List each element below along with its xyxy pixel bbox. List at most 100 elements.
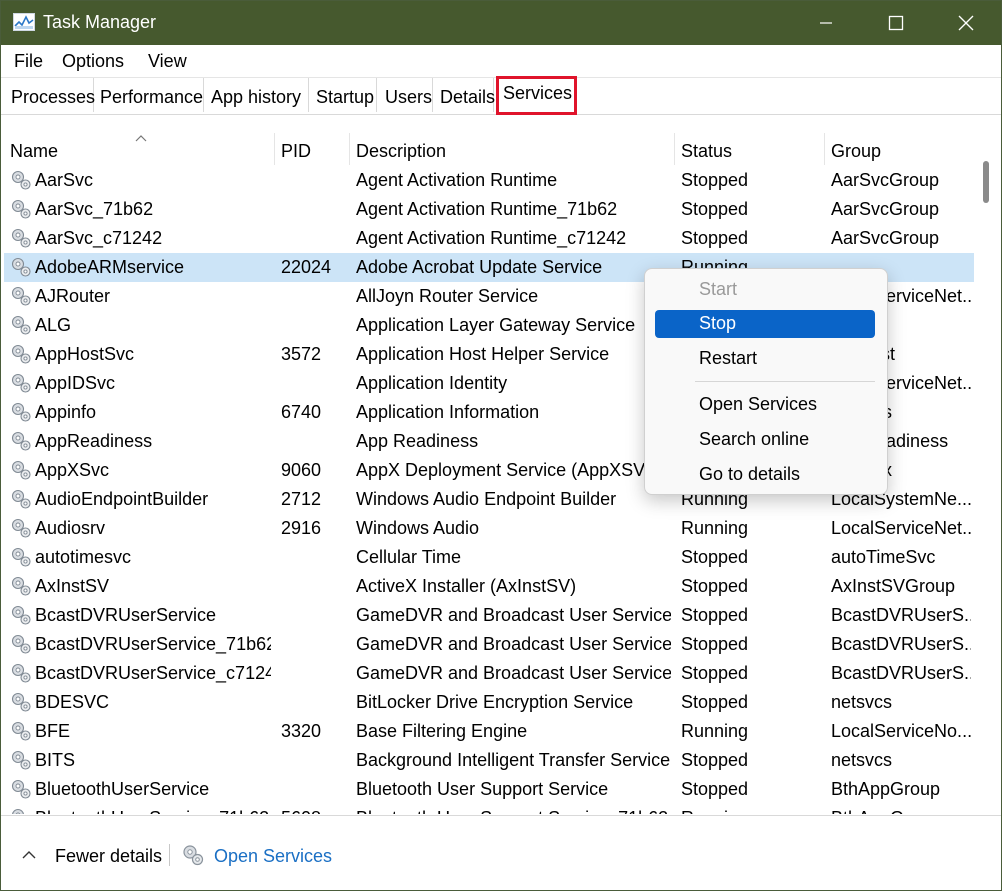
service-row[interactable]: BITS Background Intelligent Transfer Serv… [4, 746, 974, 775]
tab-performance[interactable]: Performance [96, 78, 204, 112]
tab-details[interactable]: Details [436, 78, 495, 112]
service-name: BcastDVRUserService_c71242 [35, 663, 271, 683]
tab-app-history[interactable]: App history [207, 78, 309, 112]
service-gear-icon [10, 546, 32, 568]
tab-bar: Processes Performance App history Startu… [1, 76, 1001, 115]
close-icon [958, 15, 974, 31]
service-pid: 22024 [281, 257, 332, 277]
service-group: AarSvcGroup [831, 199, 940, 219]
service-status: Stopped [681, 779, 749, 799]
menu-view[interactable]: View [148, 51, 187, 72]
column-header-description[interactable]: Description [350, 133, 675, 165]
service-name: AxInstSV [35, 576, 110, 596]
menu-file[interactable]: File [14, 51, 43, 72]
service-name: AarSvc_71b62 [35, 199, 154, 219]
tab-startup[interactable]: Startup [312, 78, 377, 112]
service-gear-icon [10, 459, 32, 481]
context-menu-restart[interactable]: Restart [655, 345, 875, 373]
service-row[interactable]: autotimesvc Cellular Time Stopped autoTimeS… [4, 543, 974, 572]
service-row[interactable]: AxInstSV ActiveX Installer (AxInstSV) Stop… [4, 572, 974, 601]
service-gear-icon [10, 372, 32, 394]
service-gear-icon [10, 749, 32, 771]
service-description: Agent Activation Runtime_71b62 [356, 199, 618, 219]
service-gear-icon [10, 314, 32, 336]
open-services-link[interactable]: Open Services [214, 846, 332, 867]
column-header-pid[interactable]: PID [275, 133, 350, 165]
service-description: Application Information [356, 402, 540, 422]
task-manager-window: Task Manager File Options View Processes… [0, 0, 1002, 891]
chevron-up-icon[interactable] [21, 850, 37, 860]
service-group: BthAppGroup [831, 808, 971, 814]
fewer-details-link[interactable]: Fewer details [55, 846, 162, 867]
service-name: AarSvc_c71242 [35, 228, 163, 248]
service-row[interactable]: BDESVC BitLocker Drive Encryption Service… [4, 688, 974, 717]
service-name: autotimesvc [35, 547, 132, 567]
context-menu-stop[interactable]: Stop [655, 310, 875, 338]
service-gear-icon [10, 285, 32, 307]
service-status: Stopped [681, 663, 749, 683]
service-description: App Readiness [356, 431, 479, 451]
service-context-menu: Start Stop Restart Open Services Search … [644, 268, 888, 495]
service-gear-icon [10, 343, 32, 365]
service-row[interactable]: AarSvc_71b62 Agent Activation Runtime_71b… [4, 195, 974, 224]
service-row[interactable]: BluetoothUserService_71b62 5608 Bluetooth … [4, 804, 974, 814]
vertical-scrollbar[interactable] [975, 133, 999, 814]
service-group: BcastDVRUserS... [831, 634, 971, 654]
service-gear-icon [10, 575, 32, 597]
column-label-group: Group [831, 141, 882, 161]
footer-bar: Fewer details Open Services [1, 815, 1001, 890]
maximize-button[interactable] [861, 1, 931, 45]
service-row[interactable]: Audiosrv 2916 Windows Audio Running LocalSer… [4, 514, 974, 543]
service-name: BDESVC [35, 692, 110, 712]
service-name: Appinfo [35, 402, 97, 422]
scrollbar-thumb[interactable] [983, 161, 989, 203]
service-name: BFE [35, 721, 71, 741]
service-gear-icon [10, 633, 32, 655]
service-description: Bluetooth User Support Service [356, 779, 609, 799]
service-gear-icon [10, 227, 32, 249]
service-name: Audiosrv [35, 518, 106, 538]
service-name: AppReadiness [35, 431, 153, 451]
service-row[interactable]: BFE 3320 Base Filtering Engine Running Local… [4, 717, 974, 746]
service-description: Background Intelligent Transfer Service [356, 750, 671, 770]
service-description: GameDVR and Broadcast User Service [356, 605, 671, 625]
menu-options[interactable]: Options [62, 51, 124, 72]
service-description: Agent Activation Runtime [356, 170, 558, 190]
service-row[interactable]: BcastDVRUserService_c71242 GameDVR and Br… [4, 659, 974, 688]
context-menu-start: Start [699, 279, 738, 299]
service-row[interactable]: BcastDVRUserService GameDVR and Broadcast… [4, 601, 974, 630]
service-description: AllJoyn Router Service [356, 286, 539, 306]
service-row[interactable]: BluetoothUserService Bluetooth User Suppo… [4, 775, 974, 804]
column-header-status[interactable]: Status [675, 133, 825, 165]
service-pid: 9060 [281, 460, 322, 480]
service-status: Stopped [681, 199, 749, 219]
service-gear-icon [10, 169, 32, 191]
service-name: BluetoothUserService [35, 779, 210, 799]
footer-divider [169, 844, 170, 866]
title-bar: Task Manager [1, 1, 1001, 45]
context-menu-go-to-details[interactable]: Go to details [655, 461, 875, 489]
close-button[interactable] [931, 1, 1001, 45]
service-status: Stopped [681, 750, 749, 770]
column-header-group[interactable]: Group [825, 133, 974, 165]
service-name: AJRouter [35, 286, 111, 306]
tab-users[interactable]: Users [381, 78, 433, 112]
menu-bar: File Options View [1, 45, 1001, 77]
tab-processes[interactable]: Processes [7, 78, 95, 112]
service-description: GameDVR and Broadcast User Service... [356, 634, 671, 654]
service-row[interactable]: BcastDVRUserService_71b62 GameDVR and Bro… [4, 630, 974, 659]
service-name: AppXSvc [35, 460, 110, 480]
tab-services[interactable]: Services [496, 76, 577, 115]
service-gear-icon [10, 401, 32, 423]
service-gear-icon [10, 691, 32, 713]
service-description: BitLocker Drive Encryption Service [356, 692, 634, 712]
service-description: Application Host Helper Service [356, 344, 610, 364]
service-group: BcastDVRUserS... [831, 663, 971, 683]
minimize-button[interactable] [791, 1, 861, 45]
column-header-name[interactable]: Name [4, 133, 275, 165]
service-row[interactable]: AarSvc_c71242 Agent Activation Runtime_c7… [4, 224, 974, 253]
service-row[interactable]: AarSvc Agent Activation Runtime Stopped Aar… [4, 166, 974, 195]
service-pid: 2916 [281, 518, 322, 538]
context-menu-open-services[interactable]: Open Services [655, 391, 875, 419]
context-menu-search-online[interactable]: Search online [655, 426, 875, 454]
